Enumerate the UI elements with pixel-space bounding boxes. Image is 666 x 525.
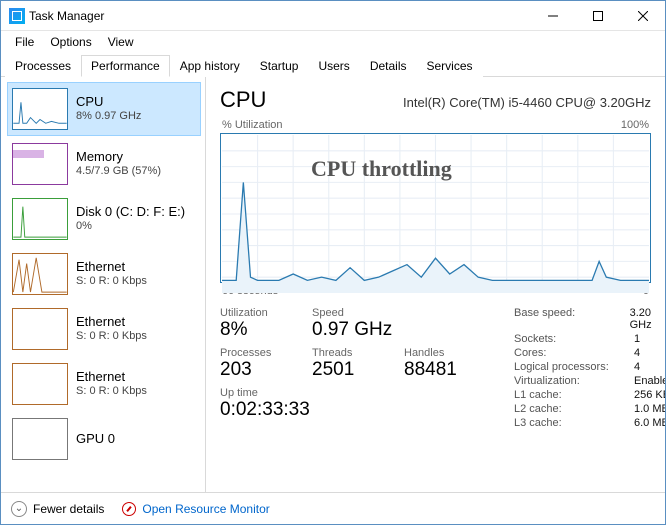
k-lp: Logical processors:: [514, 361, 634, 373]
main-title: CPU: [220, 87, 266, 113]
sidebar-gpu0-title: GPU 0: [76, 431, 115, 447]
close-icon: [638, 11, 648, 21]
k-cores: Cores:: [514, 347, 634, 359]
value-utilization: 8%: [220, 319, 290, 341]
tab-startup[interactable]: Startup: [250, 55, 309, 77]
memory-thumb-icon: [12, 143, 68, 185]
sidebar-item-memory[interactable]: Memory 4.5/7.9 GB (57%): [7, 137, 201, 191]
chart-annotation: CPU throttling: [311, 156, 452, 182]
sidebar-eth3-title: Ethernet: [76, 369, 147, 385]
sidebar-item-disk0[interactable]: Disk 0 (C: D: F: E:) 0%: [7, 192, 201, 246]
main-panel: CPU Intel(R) Core(TM) i5-4460 CPU@ 3.20G…: [206, 77, 665, 492]
fewer-details-label: Fewer details: [33, 502, 104, 516]
sidebar-item-gpu0[interactable]: GPU 0: [7, 412, 201, 466]
open-resource-monitor-label: Open Resource Monitor: [142, 502, 269, 516]
label-utilization: Utilization: [220, 307, 290, 319]
menu-bar: File Options View: [1, 31, 665, 53]
sidebar-eth1-sub: S: 0 R: 0 Kbps: [76, 275, 147, 289]
value-threads: 2501: [312, 359, 382, 381]
cpu-chart[interactable]: CPU throttling: [220, 133, 651, 283]
k-sockets: Sockets:: [514, 333, 634, 345]
sidebar-memory-title: Memory: [76, 149, 161, 165]
v-lp: 4: [634, 361, 640, 373]
value-processes: 203: [220, 359, 290, 381]
tab-details[interactable]: Details: [360, 55, 417, 77]
menu-view[interactable]: View: [100, 33, 142, 51]
label-processes: Processes: [220, 347, 290, 359]
footer: ⌄ Fewer details Open Resource Monitor: [1, 492, 665, 524]
tab-app-history[interactable]: App history: [170, 55, 250, 77]
k-virt: Virtualization:: [514, 375, 634, 387]
tab-performance[interactable]: Performance: [81, 55, 170, 77]
maximize-button[interactable]: [575, 1, 620, 31]
label-uptime: Up time: [220, 387, 310, 399]
sidebar-item-cpu[interactable]: CPU 8% 0.97 GHz: [7, 82, 201, 136]
disk-thumb-icon: [12, 198, 68, 240]
fewer-details-button[interactable]: ⌄ Fewer details: [11, 501, 104, 517]
ethernet-thumb-icon: [12, 308, 68, 350]
window-title: Task Manager: [25, 9, 104, 23]
sidebar-item-eth2[interactable]: Ethernet S: 0 R: 0 Kbps: [7, 302, 201, 356]
k-l2: L2 cache:: [514, 403, 634, 415]
sidebar-eth1-title: Ethernet: [76, 259, 147, 275]
label-threads: Threads: [312, 347, 382, 359]
tab-services[interactable]: Services: [417, 55, 483, 77]
main-subtitle: Intel(R) Core(TM) i5-4460 CPU@ 3.20GHz: [403, 95, 651, 110]
sidebar-cpu-title: CPU: [76, 94, 141, 110]
maximize-icon: [593, 11, 603, 21]
titlebar: Task Manager: [1, 1, 665, 31]
sidebar-eth2-sub: S: 0 R: 0 Kbps: [76, 330, 147, 344]
chart-top-left-label: % Utilization: [222, 119, 283, 131]
chevron-down-icon: ⌄: [11, 501, 27, 517]
v-l3: 6.0 MB: [634, 417, 665, 429]
sidebar-eth2-title: Ethernet: [76, 314, 147, 330]
k-base-speed: Base speed:: [514, 307, 630, 331]
label-speed: Speed: [312, 307, 392, 319]
sidebar-eth3-sub: S: 0 R: 0 Kbps: [76, 385, 147, 399]
k-l3: L3 cache:: [514, 417, 634, 429]
chart-top-right-label: 100%: [621, 119, 649, 131]
cpu-thumb-icon: [12, 88, 68, 130]
sidebar-memory-sub: 4.5/7.9 GB (57%): [76, 165, 161, 179]
sidebar-cpu-sub: 8% 0.97 GHz: [76, 110, 141, 124]
menu-file[interactable]: File: [7, 33, 42, 51]
ethernet-thumb-icon: [12, 363, 68, 405]
label-handles: Handles: [404, 347, 474, 359]
v-cores: 4: [634, 347, 640, 359]
sidebar-item-eth3[interactable]: Ethernet S: 0 R: 0 Kbps: [7, 357, 201, 411]
value-handles: 88481: [404, 359, 474, 381]
gpu-thumb-icon: [12, 418, 68, 460]
minimize-button[interactable]: [530, 1, 575, 31]
sidebar[interactable]: CPU 8% 0.97 GHz Memory 4.5/7.9 GB (57%) …: [1, 77, 206, 492]
v-l2: 1.0 MB: [634, 403, 665, 415]
value-uptime: 0:02:33:33: [220, 399, 310, 421]
menu-options[interactable]: Options: [42, 33, 99, 51]
tab-bar: Processes Performance App history Startu…: [1, 53, 665, 77]
v-base-speed: 3.20 GHz: [630, 307, 665, 331]
sidebar-disk0-title: Disk 0 (C: D: F: E:): [76, 204, 185, 220]
sidebar-disk0-sub: 0%: [76, 220, 185, 234]
ethernet-thumb-icon: [12, 253, 68, 295]
app-icon: [9, 8, 25, 24]
tab-users[interactable]: Users: [308, 55, 359, 77]
tab-processes[interactable]: Processes: [5, 55, 81, 77]
v-virt: Enabled: [634, 375, 665, 387]
close-button[interactable]: [620, 1, 665, 31]
k-l1: L1 cache:: [514, 389, 634, 401]
v-l1: 256 KB: [634, 389, 665, 401]
minimize-icon: [548, 11, 558, 21]
resource-monitor-icon: [122, 502, 136, 516]
open-resource-monitor-link[interactable]: Open Resource Monitor: [122, 502, 269, 516]
value-speed: 0.97 GHz: [312, 319, 392, 341]
v-sockets: 1: [634, 333, 640, 345]
sidebar-item-eth1[interactable]: Ethernet S: 0 R: 0 Kbps: [7, 247, 201, 301]
